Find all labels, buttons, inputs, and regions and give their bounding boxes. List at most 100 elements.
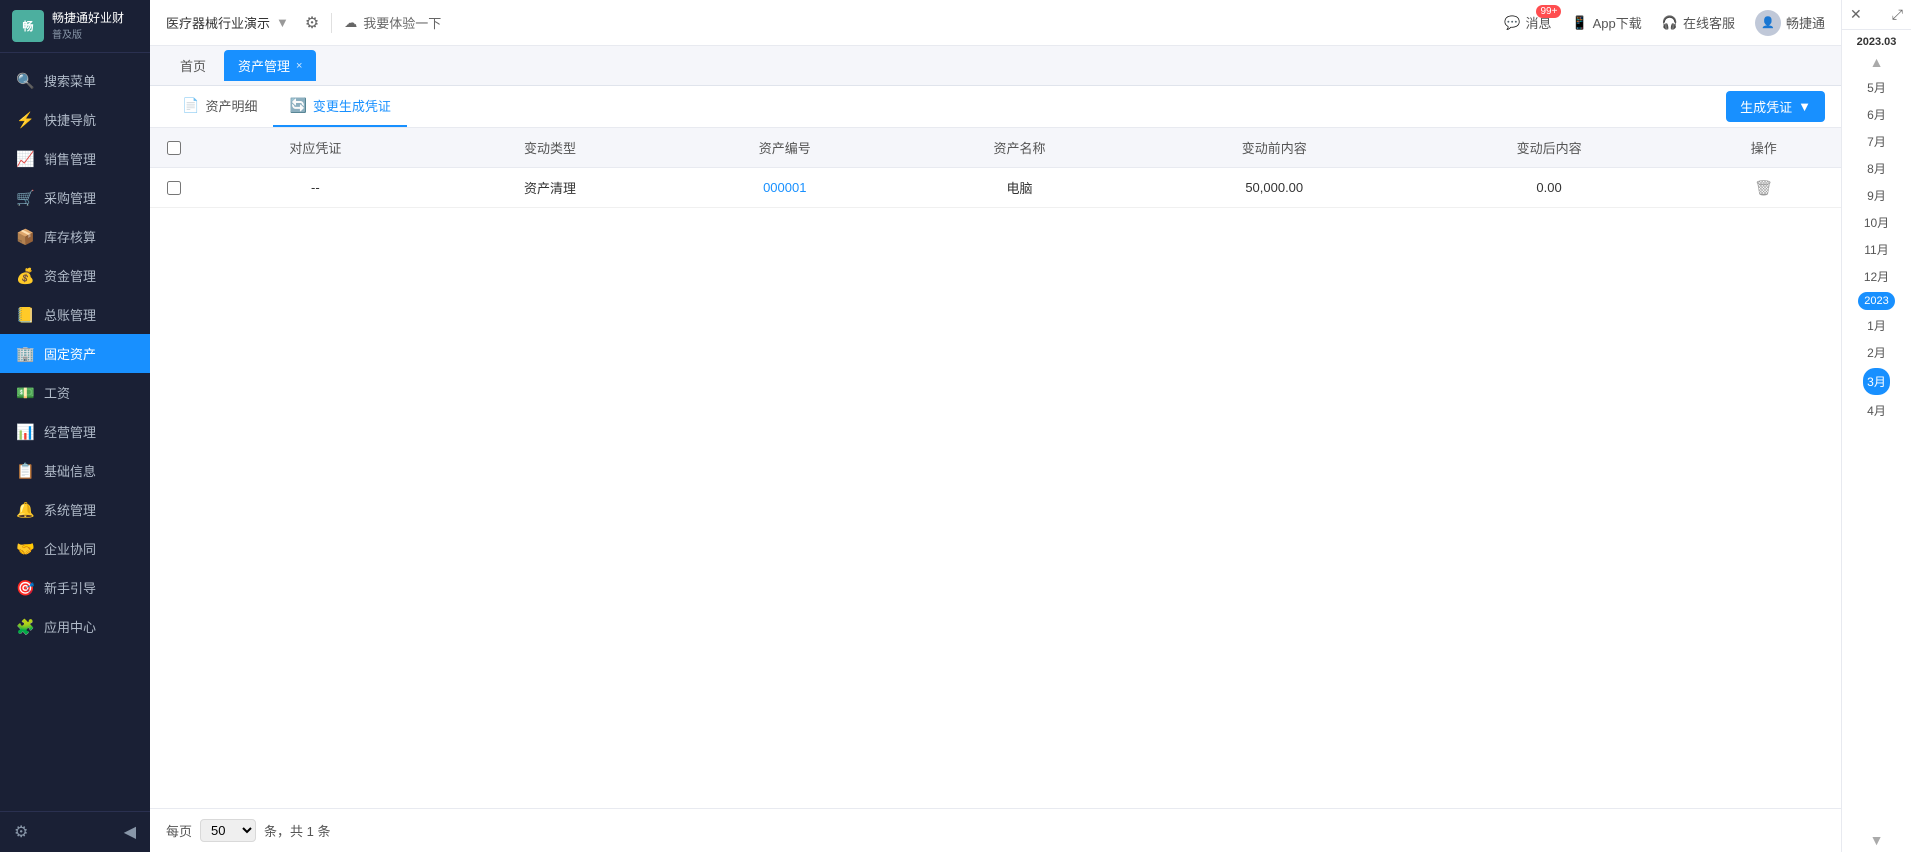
sidebar-item-quick-nav[interactable]: ⚡ 快捷导航	[0, 100, 150, 139]
sidebar-item-finance[interactable]: 💰 资金管理	[0, 256, 150, 295]
sidebar-item-fixed-assets[interactable]: 🏢 固定资产	[0, 334, 150, 373]
generate-voucher-dropdown-icon: ▼	[1798, 99, 1811, 114]
month-12[interactable]: 12月	[1842, 263, 1911, 290]
pagination: 每页 50 10 20 100 条，共 1 条	[150, 808, 1841, 852]
table-col-asset-name: 资产名称	[902, 128, 1137, 168]
search-nav-icon: 🔍	[16, 72, 34, 90]
row-before-content: 50,000.00	[1137, 168, 1412, 208]
generate-voucher-button[interactable]: 生成凭证 ▼	[1726, 91, 1825, 122]
row-after-content: 0.00	[1412, 168, 1687, 208]
sales-icon: 📈	[16, 150, 34, 168]
sidebar-item-guide[interactable]: 🎯 新手引导	[0, 568, 150, 607]
month-5[interactable]: 5月	[1842, 74, 1911, 101]
purchase-icon: 🛒	[16, 189, 34, 207]
fixed-assets-icon: 🏢	[16, 345, 34, 363]
app-download-label: App下载	[1593, 13, 1642, 32]
sidebar-item-ledger[interactable]: 📒 总账管理	[0, 295, 150, 334]
panel-close-icon[interactable]: ✕	[1850, 6, 1862, 23]
customer-service-label: 在线客服	[1683, 13, 1735, 32]
tab-home[interactable]: 首页	[166, 50, 220, 81]
row-voucher: --	[198, 168, 433, 208]
sidebar-item-app-center[interactable]: 🧩 应用中心	[0, 607, 150, 646]
sidebar-item-operations[interactable]: 📊 经营管理	[0, 412, 150, 451]
row-checkbox-cell	[150, 168, 198, 208]
message-icon: 💬	[1504, 15, 1520, 31]
month-2[interactable]: 2月	[1842, 339, 1911, 366]
row-asset-code: 000001	[667, 168, 902, 208]
customer-service-icon: 🎧	[1662, 15, 1678, 31]
total-text: 条，共 1 条	[264, 821, 330, 840]
topbar-gear-icon[interactable]: ⚙	[305, 13, 319, 33]
asset-table: 对应凭证 变动类型 资产编号 资产名称 变动前内容 变动后内容 操作	[150, 128, 1841, 208]
tabs-bar: 首页 资产管理 ×	[150, 46, 1841, 86]
operations-icon: 📊	[16, 423, 34, 441]
topbar-divider	[331, 13, 332, 33]
collapse-icon[interactable]: ◀	[124, 822, 136, 842]
sidebar-item-salary[interactable]: 💵 工资	[0, 373, 150, 412]
app-center-icon: 🧩	[16, 618, 34, 636]
delete-row-icon[interactable]: 🗑	[1754, 180, 1773, 197]
sidebar-item-enterprise[interactable]: 🤝 企业协同	[0, 529, 150, 568]
month-7[interactable]: 7月	[1842, 128, 1911, 155]
ledger-icon: 📒	[16, 306, 34, 324]
month-9[interactable]: 9月	[1842, 182, 1911, 209]
table-header-checkbox	[150, 128, 198, 168]
sidebar-item-purchase[interactable]: 🛒 采购管理	[0, 178, 150, 217]
per-page-select[interactable]: 50 10 20 100	[200, 819, 256, 842]
main-area: 医疗器械行业演示 ▼ ⚙ ☁ 我要体验一下 💬 消息 99+ 📱 App下载 🎧…	[150, 0, 1841, 852]
finance-icon: 💰	[16, 267, 34, 285]
tab-asset-management[interactable]: 资产管理 ×	[224, 50, 316, 81]
select-all-checkbox[interactable]	[167, 141, 181, 155]
sidebar-item-basic-info[interactable]: 📋 基础信息	[0, 451, 150, 490]
guide-icon: 🎯	[16, 579, 34, 597]
row-checkbox[interactable]	[167, 181, 181, 195]
month-11[interactable]: 11月	[1842, 236, 1911, 263]
per-page-label: 每页	[166, 821, 192, 840]
sidebar-nav: 🔍 搜索菜单 ⚡ 快捷导航 📈 销售管理 🛒 采购管理 📦 库存核算 💰 资金管…	[0, 53, 150, 811]
panel-expand-icon[interactable]: ⤢	[1892, 6, 1903, 23]
table-col-voucher: 对应凭证	[198, 128, 433, 168]
content-area: 📄 资产明细 🔄 变更生成凭证 生成凭证 ▼	[150, 86, 1841, 852]
table-col-after: 变动后内容	[1412, 128, 1687, 168]
company-selector[interactable]: 医疗器械行业演示 ▼	[166, 13, 289, 32]
month-6[interactable]: 6月	[1842, 101, 1911, 128]
user-menu[interactable]: 👤 畅捷通	[1755, 10, 1825, 36]
message-button[interactable]: 💬 消息 99+	[1504, 13, 1551, 32]
tab-close-icon[interactable]: ×	[296, 60, 302, 72]
scroll-up-arrow[interactable]: ▲	[1866, 50, 1888, 74]
settings-icon[interactable]: ⚙	[14, 822, 28, 842]
month-1[interactable]: 1月	[1842, 312, 1911, 339]
month-10[interactable]: 10月	[1842, 209, 1911, 236]
company-name: 医疗器械行业演示	[166, 13, 270, 32]
month-3-current[interactable]: 3月	[1863, 368, 1890, 395]
app-download-button[interactable]: 📱 App下载	[1571, 13, 1641, 32]
sidebar-bottom: ⚙ ◀	[0, 811, 150, 852]
customer-service-button[interactable]: 🎧 在线客服	[1662, 13, 1735, 32]
tab-asset-label: 资产管理	[238, 56, 290, 75]
user-label: 畅捷通	[1786, 13, 1825, 32]
tab-home-label: 首页	[180, 56, 206, 75]
user-avatar: 👤	[1755, 10, 1781, 36]
table-col-asset-code: 资产编号	[667, 128, 902, 168]
sidebar-item-sales[interactable]: 📈 销售管理	[0, 139, 150, 178]
enterprise-icon: 🤝	[16, 540, 34, 558]
asset-list-icon: 📄	[182, 97, 199, 114]
experience-button[interactable]: ☁ 我要体验一下	[344, 13, 441, 32]
month-8[interactable]: 8月	[1842, 155, 1911, 182]
year-badge: 2023	[1858, 292, 1894, 310]
sidebar-item-search[interactable]: 🔍 搜索菜单	[0, 61, 150, 100]
table-col-action: 操作	[1687, 128, 1842, 168]
panel-year-label: 2023.03	[1849, 30, 1905, 50]
sidebar-item-inventory[interactable]: 📦 库存核算	[0, 217, 150, 256]
scroll-down-arrow[interactable]: ▼	[1866, 828, 1888, 852]
row-action: 🗑	[1687, 168, 1842, 208]
month-4[interactable]: 4月	[1842, 397, 1911, 424]
sidebar: 畅 畅捷通好业财 普及版 🔍 搜索菜单 ⚡ 快捷导航 📈 销售管理 🛒 采购管理…	[0, 0, 150, 852]
sub-tab-change-voucher[interactable]: 🔄 变更生成凭证	[273, 86, 406, 127]
sub-tab-asset-list[interactable]: 📄 资产明细	[166, 86, 273, 127]
quick-nav-icon: ⚡	[16, 111, 34, 129]
right-panel-header: ✕ ⤢	[1842, 0, 1911, 30]
experience-icon: ☁	[344, 15, 357, 31]
sidebar-item-system[interactable]: 🔔 系统管理	[0, 490, 150, 529]
inventory-icon: 📦	[16, 228, 34, 246]
